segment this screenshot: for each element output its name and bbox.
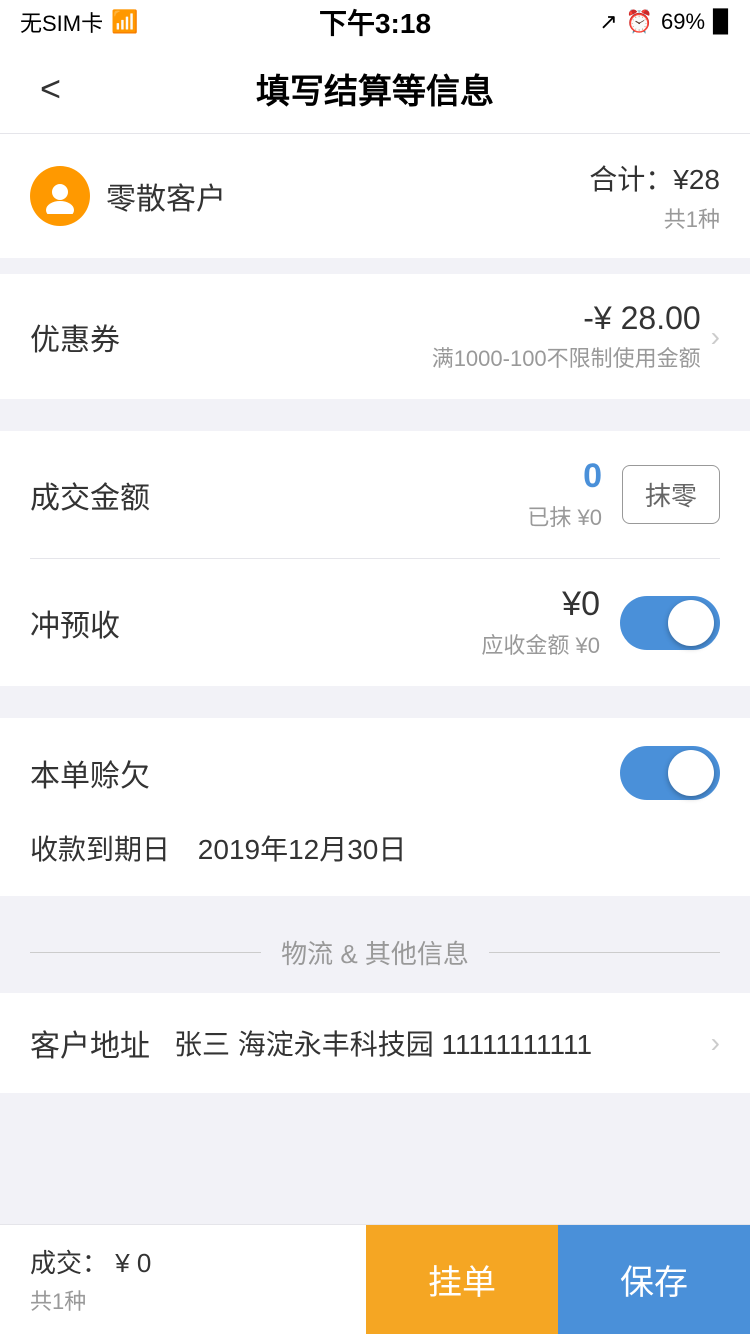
logistics-label: 物流 & 其他信息: [281, 934, 469, 971]
sim-status: 无SIM卡: [20, 6, 103, 38]
chevron-right-icon: ›: [711, 321, 720, 353]
coupon-section[interactable]: 优惠券 -¥ 28.00 满1000-100不限制使用金额 ›: [0, 274, 750, 399]
prepay-right[interactable]: ¥0 应收金额 ¥0: [481, 585, 720, 660]
coupon-label: 优惠券: [30, 315, 120, 359]
nav-bar: < 填写结算等信息: [0, 44, 750, 134]
address-value: 张三 海淀永丰科技园 11111111111: [174, 1023, 711, 1063]
coupon-value: -¥ 28.00 满1000-100不限制使用金额: [432, 300, 701, 373]
debt-toggle[interactable]: [620, 746, 720, 800]
hang-button[interactable]: 挂单: [366, 1225, 558, 1334]
save-button[interactable]: 保存: [558, 1225, 750, 1334]
toggle-knob: [668, 600, 714, 646]
status-left: 无SIM卡 📶: [20, 6, 139, 38]
bottom-bar: 成交： ¥ 0 共1种 挂单 保存: [0, 1224, 750, 1334]
address-label: 客户地址: [30, 1021, 150, 1065]
coupon-desc: 满1000-100不限制使用金额: [432, 341, 701, 373]
prepay-value-block: ¥0 应收金额 ¥0: [481, 585, 600, 660]
address-section[interactable]: 客户地址 张三 海淀永丰科技园 11111111111 ›: [0, 993, 750, 1093]
status-bar: 无SIM卡 📶 下午3:18 ↗ ⏰ 69% ▉: [0, 0, 750, 44]
prepay-toggle[interactable]: [620, 596, 720, 650]
sep-line-left: [30, 952, 261, 953]
page-title: 填写结算等信息: [256, 64, 494, 113]
transaction-section: 成交金额 0 已抹 ¥0 抹零 冲预收 ¥0 应收金额 ¥0: [0, 431, 750, 686]
due-date-label: 收款到期日: [30, 834, 170, 865]
logistics-separator: 物流 & 其他信息: [0, 912, 750, 993]
section-divider-2: [0, 702, 750, 718]
battery-icon: ▉: [713, 9, 730, 35]
prepay-row: 冲预收 ¥0 应收金额 ¥0: [30, 559, 720, 686]
item-count: 共1种: [589, 202, 720, 234]
debt-section: 本单赊欠 收款到期日 2019年12月30日: [0, 718, 750, 896]
customer-info: 零散客户: [30, 166, 226, 226]
transaction-value-block: 0 已抹 ¥0: [527, 457, 602, 532]
coupon-right[interactable]: -¥ 28.00 满1000-100不限制使用金额 ›: [432, 300, 720, 373]
customer-total: 合计：¥28 共1种: [589, 158, 720, 234]
status-time: 下午3:18: [319, 2, 431, 42]
alarm-icon: ⏰: [626, 9, 653, 35]
customer-name: 零散客户: [106, 174, 226, 218]
prepay-value: ¥0: [481, 585, 600, 624]
sep-line-right: [489, 952, 720, 953]
transaction-amount-row: 成交金额 0 已抹 ¥0 抹零: [30, 431, 720, 559]
address-chevron-icon: ›: [711, 1027, 720, 1059]
receivable-text: 应收金额 ¥0: [481, 628, 600, 660]
coupon-amount: -¥ 28.00: [432, 300, 701, 337]
location-icon: ↗: [599, 9, 617, 35]
bottom-deal: 成交： ¥ 0: [30, 1243, 336, 1280]
deducted-text: 已抹 ¥0: [527, 500, 602, 532]
status-right: ↗ ⏰ 69% ▉: [599, 9, 730, 35]
bottom-count: 共1种: [30, 1284, 336, 1316]
deal-label: 成交：: [30, 1248, 108, 1278]
address-row[interactable]: 客户地址 张三 海淀永丰科技园 11111111111 ›: [0, 993, 750, 1093]
wifi-icon: 📶: [111, 9, 138, 35]
coupon-row[interactable]: 优惠券 -¥ 28.00 满1000-100不限制使用金额 ›: [0, 274, 750, 399]
section-divider: [0, 415, 750, 431]
battery-level: 69%: [661, 9, 705, 35]
bottom-info: 成交： ¥ 0 共1种: [0, 1243, 366, 1316]
content-area: 零散客户 合计：¥28 共1种 优惠券 -¥ 28.00 满1000-100不限…: [0, 134, 750, 1229]
round-button[interactable]: 抹零: [622, 465, 720, 524]
customer-section: 零散客户 合计：¥28 共1种: [0, 134, 750, 258]
transaction-amount-value: 0: [527, 457, 602, 496]
customer-row: 零散客户 合计：¥28 共1种: [0, 134, 750, 258]
due-date-row: 收款到期日 2019年12月30日: [0, 828, 750, 896]
total-amount: 合计：¥28: [589, 158, 720, 198]
back-button[interactable]: <: [30, 58, 71, 120]
transaction-amount-right[interactable]: 0 已抹 ¥0 抹零: [527, 457, 720, 532]
debt-label: 本单赊欠: [30, 751, 150, 795]
avatar: [30, 166, 90, 226]
debt-toggle-knob: [668, 750, 714, 796]
deal-amount: ¥ 0: [115, 1248, 151, 1278]
transaction-amount-label: 成交金额: [30, 473, 150, 517]
prepay-label: 冲预收: [30, 601, 120, 645]
debt-row: 本单赊欠: [0, 718, 750, 828]
due-date-value: 2019年12月30日: [198, 834, 407, 865]
